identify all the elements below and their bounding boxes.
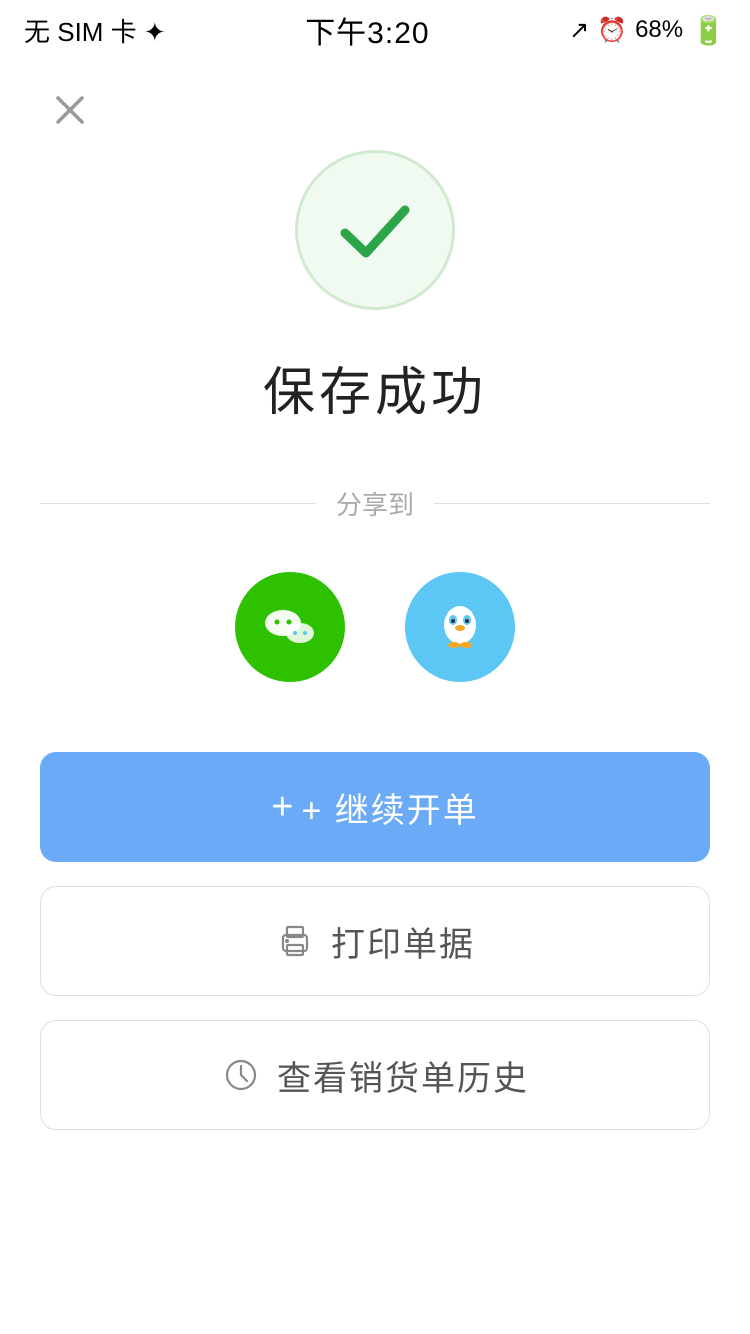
success-icon-circle xyxy=(295,150,455,310)
battery-icon: 🔋 xyxy=(691,14,726,47)
close-button[interactable] xyxy=(40,80,100,140)
alarm-icon: ⏰ xyxy=(597,16,627,45)
divider-left xyxy=(40,503,316,504)
share-icons-row xyxy=(235,572,515,682)
status-left: 无 SIM 卡 ✦ xyxy=(24,12,166,49)
continue-order-button[interactable]: + + 继续开单 xyxy=(40,752,710,862)
history-icon xyxy=(221,1055,261,1095)
share-qq-button[interactable] xyxy=(405,572,515,682)
status-bar: 无 SIM 卡 ✦ 下午3:20 ↗ ⏰ 68% 🔋 xyxy=(0,0,750,60)
success-title: 保存成功 xyxy=(263,350,487,425)
location-icon: ↗ xyxy=(569,16,589,45)
divider-right xyxy=(434,503,710,504)
status-time: 下午3:20 xyxy=(305,8,429,52)
share-wechat-button[interactable] xyxy=(235,572,345,682)
close-icon xyxy=(52,92,88,128)
checkmark-icon xyxy=(330,185,420,275)
share-label: 分享到 xyxy=(336,485,414,522)
wechat-icon xyxy=(256,593,324,661)
status-right: ↗ ⏰ 68% 🔋 xyxy=(569,14,726,47)
sim-status: 无 SIM 卡 ✦ xyxy=(24,12,166,49)
history-label: 查看销货单历史 xyxy=(277,1051,529,1100)
history-button[interactable]: 查看销货单历史 xyxy=(40,1020,710,1130)
print-icon xyxy=(275,921,315,961)
battery-level: 68% xyxy=(635,16,683,44)
main-content: 保存成功 分享到 xyxy=(0,60,750,1334)
continue-order-icon: + xyxy=(271,786,295,829)
action-buttons: + + 继续开单 打印单据 查看销货单历史 xyxy=(40,752,710,1130)
print-label: 打印单据 xyxy=(331,917,475,966)
print-button[interactable]: 打印单据 xyxy=(40,886,710,996)
continue-order-label: + 继续开单 xyxy=(301,783,478,832)
share-divider: 分享到 xyxy=(40,485,710,522)
qq-icon xyxy=(426,593,494,661)
